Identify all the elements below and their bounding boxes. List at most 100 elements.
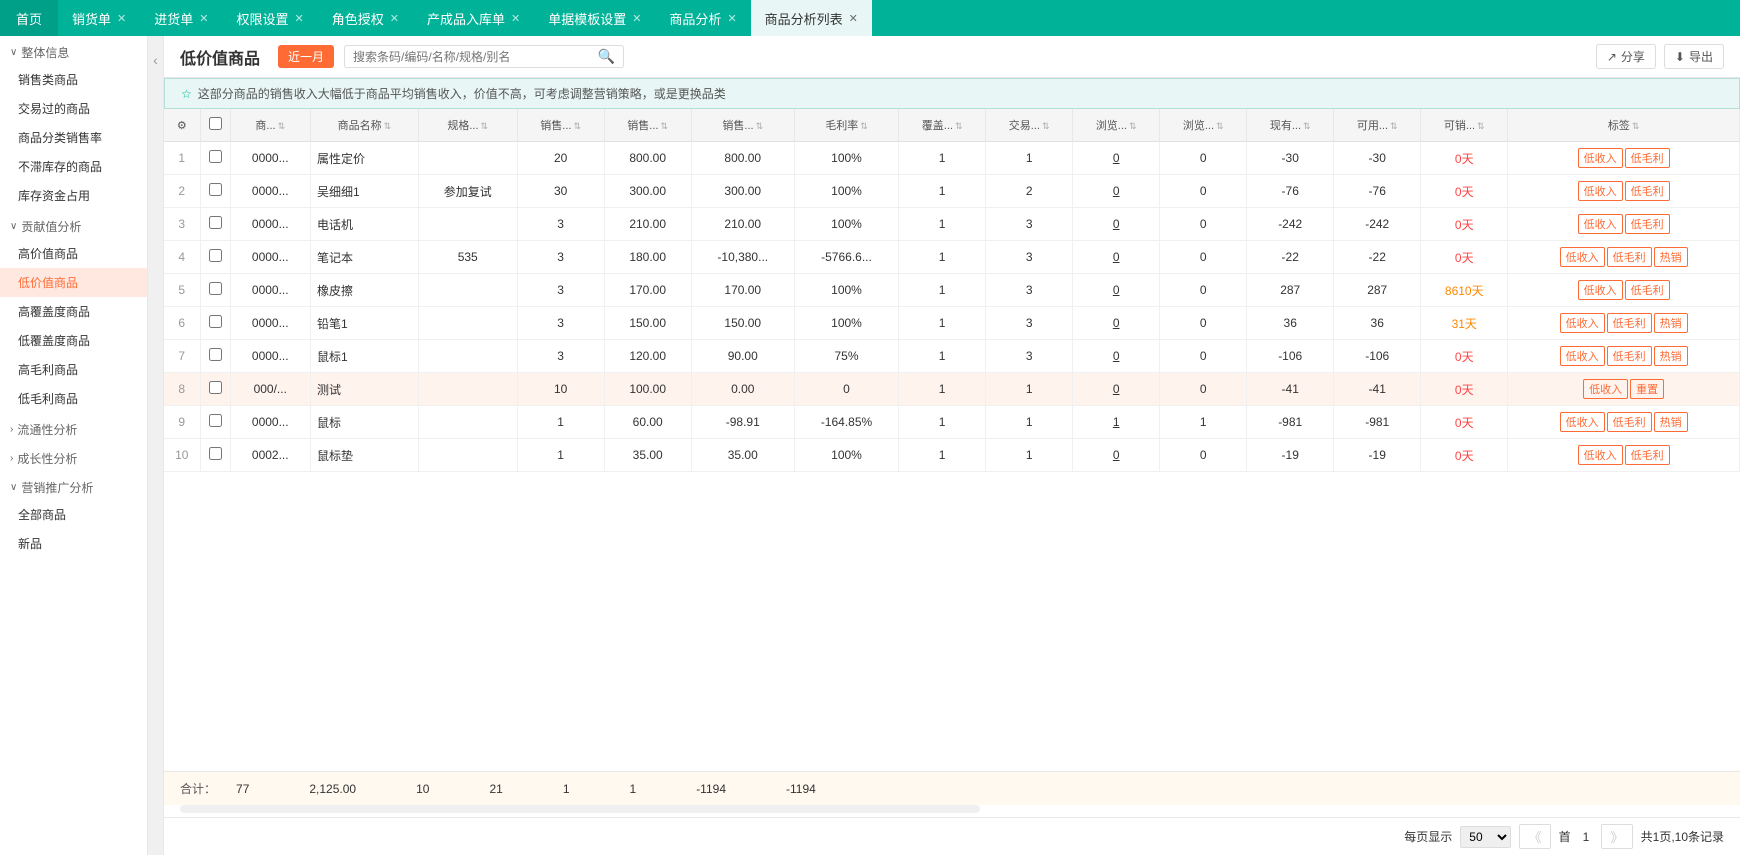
nav-template[interactable]: 单据模板设置 ✕: [534, 0, 655, 36]
search-input[interactable]: [353, 50, 598, 64]
close-permission-icon[interactable]: ✕: [295, 12, 304, 25]
sidebar-item-traded-goods[interactable]: 交易过的商品: [0, 94, 147, 123]
first-page-button[interactable]: 《: [1519, 824, 1550, 849]
row-select-checkbox[interactable]: [209, 216, 222, 229]
close-purchase-icon[interactable]: ✕: [199, 12, 208, 25]
row-checkbox[interactable]: [200, 142, 230, 175]
close-stock-in-icon[interactable]: ✕: [511, 12, 520, 25]
nav-sales[interactable]: 销货单 ✕: [58, 0, 140, 36]
sidebar-item-sales-goods[interactable]: 销售类商品: [0, 65, 147, 94]
tag-item: 低毛利: [1607, 412, 1652, 432]
view1-link[interactable]: 0: [1113, 316, 1120, 330]
row-select-checkbox[interactable]: [209, 150, 222, 163]
nav-stock-in[interactable]: 产成品入库单 ✕: [413, 0, 534, 36]
table-row: 7 0000... 鼠标1 3 120.00 90.00 75% 1 3 0 0…: [164, 340, 1740, 373]
row-code: 0000...: [230, 175, 311, 208]
sidebar-item-no-backlog[interactable]: 不滞库存的商品: [0, 152, 147, 181]
sidebar-item-high-margin[interactable]: 高毛利商品: [0, 355, 147, 384]
nav-role[interactable]: 角色授权 ✕: [318, 0, 413, 36]
view1-link[interactable]: 0: [1113, 184, 1120, 198]
sidebar-item-low-margin[interactable]: 低毛利商品: [0, 384, 147, 413]
view1-link[interactable]: 0: [1113, 349, 1120, 363]
row-select-checkbox[interactable]: [209, 348, 222, 361]
row-price: -98.91: [691, 406, 794, 439]
table-row: 8 000/... 测试 10 100.00 0.00 0 1 1 0 0 -4…: [164, 373, 1740, 406]
close-sales-icon[interactable]: ✕: [117, 12, 126, 25]
sidebar-section-overall[interactable]: ∨ 整体信息: [0, 36, 147, 65]
sidebar-item-high-value[interactable]: 高价值商品: [0, 239, 147, 268]
row-checkbox[interactable]: [200, 307, 230, 340]
close-goods-list-icon[interactable]: ✕: [849, 12, 858, 25]
row-checkbox[interactable]: [200, 208, 230, 241]
row-select-checkbox[interactable]: [209, 315, 222, 328]
row-checkbox[interactable]: [200, 406, 230, 439]
row-num: 9: [164, 406, 200, 439]
nav-home[interactable]: 首页: [0, 0, 58, 36]
row-spec: 参加复试: [418, 175, 517, 208]
gear-settings-header[interactable]: ⚙: [164, 109, 200, 142]
sidebar-item-new-goods[interactable]: 新品: [0, 529, 147, 558]
filter-recent-month-button[interactable]: 近一月: [278, 45, 334, 68]
view1-link[interactable]: 0: [1113, 382, 1120, 396]
sidebar-section-growth[interactable]: › 成长性分析: [0, 442, 147, 471]
close-goods-analysis-icon[interactable]: ✕: [727, 12, 736, 25]
row-checkbox[interactable]: [200, 373, 230, 406]
view1-link[interactable]: 0: [1113, 448, 1120, 462]
sidebar-item-low-value[interactable]: 低价值商品: [0, 268, 147, 297]
row-view1: 0: [1073, 142, 1160, 175]
select-all-header[interactable]: [200, 109, 230, 142]
row-transaction: 2: [986, 175, 1073, 208]
view1-link[interactable]: 0: [1113, 250, 1120, 264]
row-select-checkbox[interactable]: [209, 183, 222, 196]
row-checkbox[interactable]: [200, 340, 230, 373]
select-all-checkbox[interactable]: [209, 117, 222, 130]
row-name: 电话机: [311, 208, 419, 241]
close-role-icon[interactable]: ✕: [390, 12, 399, 25]
horizontal-scrollbar[interactable]: [164, 805, 1740, 817]
sidebar-item-stock-capital[interactable]: 库存资金占用: [0, 181, 147, 210]
row-coverage: 1: [899, 439, 986, 472]
row-select-checkbox[interactable]: [209, 447, 222, 460]
close-template-icon[interactable]: ✕: [632, 12, 641, 25]
sidebar-section-contribution[interactable]: ∨ 贡献值分析: [0, 210, 147, 239]
sidebar-item-high-cover[interactable]: 高覆盖度商品: [0, 297, 147, 326]
nav-goods-analysis[interactable]: 商品分析 ✕: [655, 0, 750, 36]
sidebar-item-low-cover[interactable]: 低覆盖度商品: [0, 326, 147, 355]
header-actions: ↗ 分享 ⬇ 导出: [1596, 44, 1724, 69]
row-checkbox[interactable]: [200, 175, 230, 208]
nav-permission[interactable]: 权限设置 ✕: [222, 0, 317, 36]
view1-link[interactable]: 0: [1113, 217, 1120, 231]
row-margin: 100%: [794, 274, 898, 307]
row-checkbox[interactable]: [200, 439, 230, 472]
sidebar-section-marketing[interactable]: ∨ 营销推广分析: [0, 471, 147, 500]
share-button[interactable]: ↗ 分享: [1596, 44, 1656, 69]
row-select-checkbox[interactable]: [209, 381, 222, 394]
view1-link[interactable]: 0: [1113, 151, 1120, 165]
sidebar-item-all-goods[interactable]: 全部商品: [0, 500, 147, 529]
row-price: -10,380...: [691, 241, 794, 274]
row-select-checkbox[interactable]: [209, 249, 222, 262]
nav-purchase[interactable]: 进货单 ✕: [140, 0, 222, 36]
nav-goods-list[interactable]: 商品分析列表 ✕: [751, 0, 872, 36]
row-name: 橡皮擦: [311, 274, 419, 307]
row-transaction: 3: [986, 274, 1073, 307]
row-select-checkbox[interactable]: [209, 414, 222, 427]
export-button[interactable]: ⬇ 导出: [1664, 44, 1724, 69]
view1-link[interactable]: 0: [1113, 283, 1120, 297]
next-page-button[interactable]: 》: [1601, 824, 1632, 849]
row-coverage: 1: [899, 241, 986, 274]
row-checkbox[interactable]: [200, 274, 230, 307]
sidebar-collapse-button[interactable]: ‹: [148, 36, 164, 855]
data-table-container: ⚙ 商...⇅ 商品名称⇅ 规格...⇅ 销售...⇅ 销售...⇅ 销售...…: [164, 109, 1740, 771]
sidebar-item-category-rate[interactable]: 商品分类销售率: [0, 123, 147, 152]
row-margin: 100%: [794, 208, 898, 241]
row-tags: 低收入低毛利: [1508, 274, 1740, 307]
view1-link[interactable]: 1: [1113, 415, 1120, 429]
sidebar-section-liquidity[interactable]: › 流通性分析: [0, 413, 147, 442]
row-checkbox[interactable]: [200, 241, 230, 274]
row-select-checkbox[interactable]: [209, 282, 222, 295]
per-page-select[interactable]: 50 100 200: [1460, 826, 1511, 848]
tag-item: 低收入: [1578, 181, 1623, 201]
row-transaction: 1: [986, 373, 1073, 406]
row-name: 吴细细1: [311, 175, 419, 208]
